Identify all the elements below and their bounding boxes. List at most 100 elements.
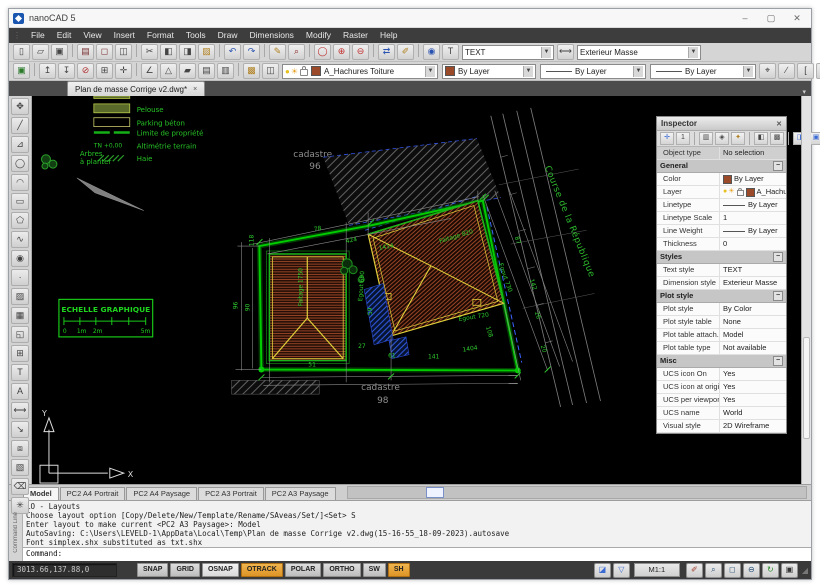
sel-rect-icon[interactable]: ⌖: [759, 63, 776, 79]
pin-selection-icon[interactable]: ✛: [660, 132, 674, 145]
sun-icon[interactable]: ☀: [291, 67, 298, 76]
new-icon[interactable]: ▯: [13, 44, 30, 60]
lineweight-combo[interactable]: By Layer ▼: [650, 63, 756, 79]
block-icon[interactable]: ⧈: [11, 440, 29, 457]
hatch-icon[interactable]: ▨: [11, 288, 29, 305]
line-icon[interactable]: ╱: [11, 117, 29, 134]
move-up-icon[interactable]: ↥: [39, 63, 56, 79]
point-icon[interactable]: ∙: [11, 269, 29, 286]
collapse-icon[interactable]: −: [773, 356, 783, 366]
bulb-icon[interactable]: ●: [285, 67, 290, 76]
plot-icon[interactable]: ▤: [77, 44, 94, 60]
table-icon[interactable]: ⊞: [11, 345, 29, 362]
polygon-icon[interactable]: ⬠: [11, 212, 29, 229]
menu-raster[interactable]: Raster: [337, 28, 374, 43]
zoom-out-icon[interactable]: ⊖: [352, 44, 369, 60]
inspector-row-ucs-icon-origin[interactable]: UCS icon at origin Yes: [657, 381, 786, 394]
preview-icon[interactable]: ◻: [96, 44, 113, 60]
inspector-row-lineweight[interactable]: Line Weight By Layer: [657, 225, 786, 238]
sel-spline-icon[interactable]: ∿: [816, 63, 820, 79]
resize-grip[interactable]: ◢: [802, 566, 808, 575]
collapse-icon[interactable]: −: [773, 252, 783, 262]
center-icon[interactable]: ✛: [115, 63, 132, 79]
horizontal-scrollbar[interactable]: [346, 486, 807, 499]
move-down-icon[interactable]: ↧: [58, 63, 75, 79]
rectangle-icon[interactable]: ▭: [11, 193, 29, 210]
layer-prev-icon[interactable]: ◫: [262, 63, 279, 79]
copy-style-icon[interactable]: ▥: [699, 132, 713, 145]
copy-icon[interactable]: ◧: [160, 44, 177, 60]
inspector-row-plot-table-attach[interactable]: Plot table attach... Model: [657, 329, 786, 342]
props-icon[interactable]: ◧: [754, 132, 768, 145]
area-icon[interactable]: ▰: [179, 63, 196, 79]
chevron-down-icon[interactable]: ▼: [523, 65, 533, 77]
paste-icon[interactable]: ◨: [179, 44, 196, 60]
text-style-combo[interactable]: TEXT ▼: [462, 44, 554, 60]
maximize-icon[interactable]: ▢: [761, 12, 781, 25]
inspector-title-bar[interactable]: Inspector ✕: [657, 117, 786, 131]
inspector-section-misc[interactable]: Misc −: [657, 355, 786, 368]
menu-tools[interactable]: Tools: [180, 28, 212, 43]
inspector-row-ucs-icon-on[interactable]: UCS icon On Yes: [657, 368, 786, 381]
text-icon[interactable]: T: [11, 364, 29, 381]
dim-style-combo[interactable]: Exterieur Masse ▼: [577, 44, 701, 60]
command-input[interactable]: Command:: [23, 547, 811, 561]
menu-format[interactable]: Format: [141, 28, 180, 43]
no-plot-icon[interactable]: ⊘: [77, 63, 94, 79]
document-tab[interactable]: Plan de masse Corrige v2.dwg* ×: [67, 81, 206, 96]
inspector-row-plot-style-table[interactable]: Plot style table None: [657, 316, 786, 329]
zoom-rt-icon[interactable]: ⌕: [704, 562, 722, 578]
inspector-row-plot-style[interactable]: Plot style By Color: [657, 303, 786, 316]
menu-view[interactable]: View: [77, 28, 107, 43]
match-props-icon[interactable]: ▨: [198, 44, 215, 60]
toggle-sh[interactable]: SH: [387, 563, 410, 577]
mtext-icon[interactable]: A: [11, 383, 29, 400]
pan-icon[interactable]: ⇄: [378, 44, 395, 60]
viewport-icon[interactable]: ▣: [780, 562, 798, 578]
angle-icon[interactable]: ∠: [141, 63, 158, 79]
open-icon[interactable]: ▱: [32, 44, 49, 60]
layers-dialog-icon[interactable]: ▩: [243, 63, 260, 79]
quick-select-icon[interactable]: ✦: [731, 132, 745, 145]
grid-icon[interactable]: ▩: [770, 132, 784, 145]
menu-modify[interactable]: Modify: [300, 28, 337, 43]
layer-combo[interactable]: ● ☀ A_Hachures Toiture ▼: [282, 63, 438, 79]
measure-icon[interactable]: △: [160, 63, 177, 79]
vertical-scrollbar[interactable]: [801, 96, 811, 484]
dimension-icon[interactable]: ⟷: [11, 402, 29, 419]
zoom-realtime-icon[interactable]: ⌕: [288, 44, 305, 60]
inspector-section-plot-style[interactable]: Plot style −: [657, 290, 786, 303]
collapse-icon[interactable]: −: [773, 161, 783, 171]
region-icon[interactable]: ◱: [11, 326, 29, 343]
layout-tab-a4-paysage[interactable]: PC2 A4 Paysage: [126, 487, 198, 500]
scrollbar-thumb[interactable]: [803, 336, 810, 440]
zoom-all-icon[interactable]: ◯: [314, 44, 331, 60]
dim-style-icon[interactable]: ⟷: [557, 44, 574, 60]
menu-insert[interactable]: Insert: [108, 28, 141, 43]
chevron-down-icon[interactable]: ▼: [633, 65, 643, 77]
list-icon[interactable]: ▤: [198, 63, 215, 79]
sel-line-icon[interactable]: ∕: [778, 63, 795, 79]
space-toggle-icon[interactable]: ▽: [612, 562, 630, 578]
id-icon[interactable]: ▥: [217, 63, 234, 79]
inspector-row-linetype[interactable]: Linetype By Layer: [657, 199, 786, 212]
inspector-row-object-type[interactable]: Object type No selection: [657, 147, 786, 160]
chevron-down-icon[interactable]: ▼: [743, 65, 753, 77]
toggle-grid[interactable]: GRID: [170, 563, 200, 577]
inspector-row-color[interactable]: Color By Layer: [657, 173, 786, 186]
image-icon[interactable]: ▧: [11, 459, 29, 476]
menu-edit[interactable]: Edit: [51, 28, 78, 43]
toggle-ortho[interactable]: ORTHO: [323, 563, 361, 577]
erase-icon[interactable]: ⌫: [11, 478, 29, 495]
layout-tab-a3-portrait[interactable]: PC2 A3 Portrait: [198, 487, 264, 500]
zoom-out-icon[interactable]: ⊖: [742, 562, 760, 578]
drawing-canvas[interactable]: Pelouse Parking béton Limite de propriét…: [32, 96, 820, 484]
pick-one-icon[interactable]: 1: [676, 132, 690, 145]
command-history[interactable]: LO - Layouts Choose layout option [Copy/D…: [23, 501, 811, 547]
cut-icon[interactable]: ✂: [141, 44, 158, 60]
inspector-row-ucs-per-viewport[interactable]: UCS per viewport Yes: [657, 394, 786, 407]
leader-icon[interactable]: ↘: [11, 421, 29, 438]
fit-icon[interactable]: ⊞: [96, 63, 113, 79]
scrollbar-thumb[interactable]: [425, 487, 444, 498]
inspector-row-plot-table-type[interactable]: Plot table type Not available: [657, 342, 786, 355]
